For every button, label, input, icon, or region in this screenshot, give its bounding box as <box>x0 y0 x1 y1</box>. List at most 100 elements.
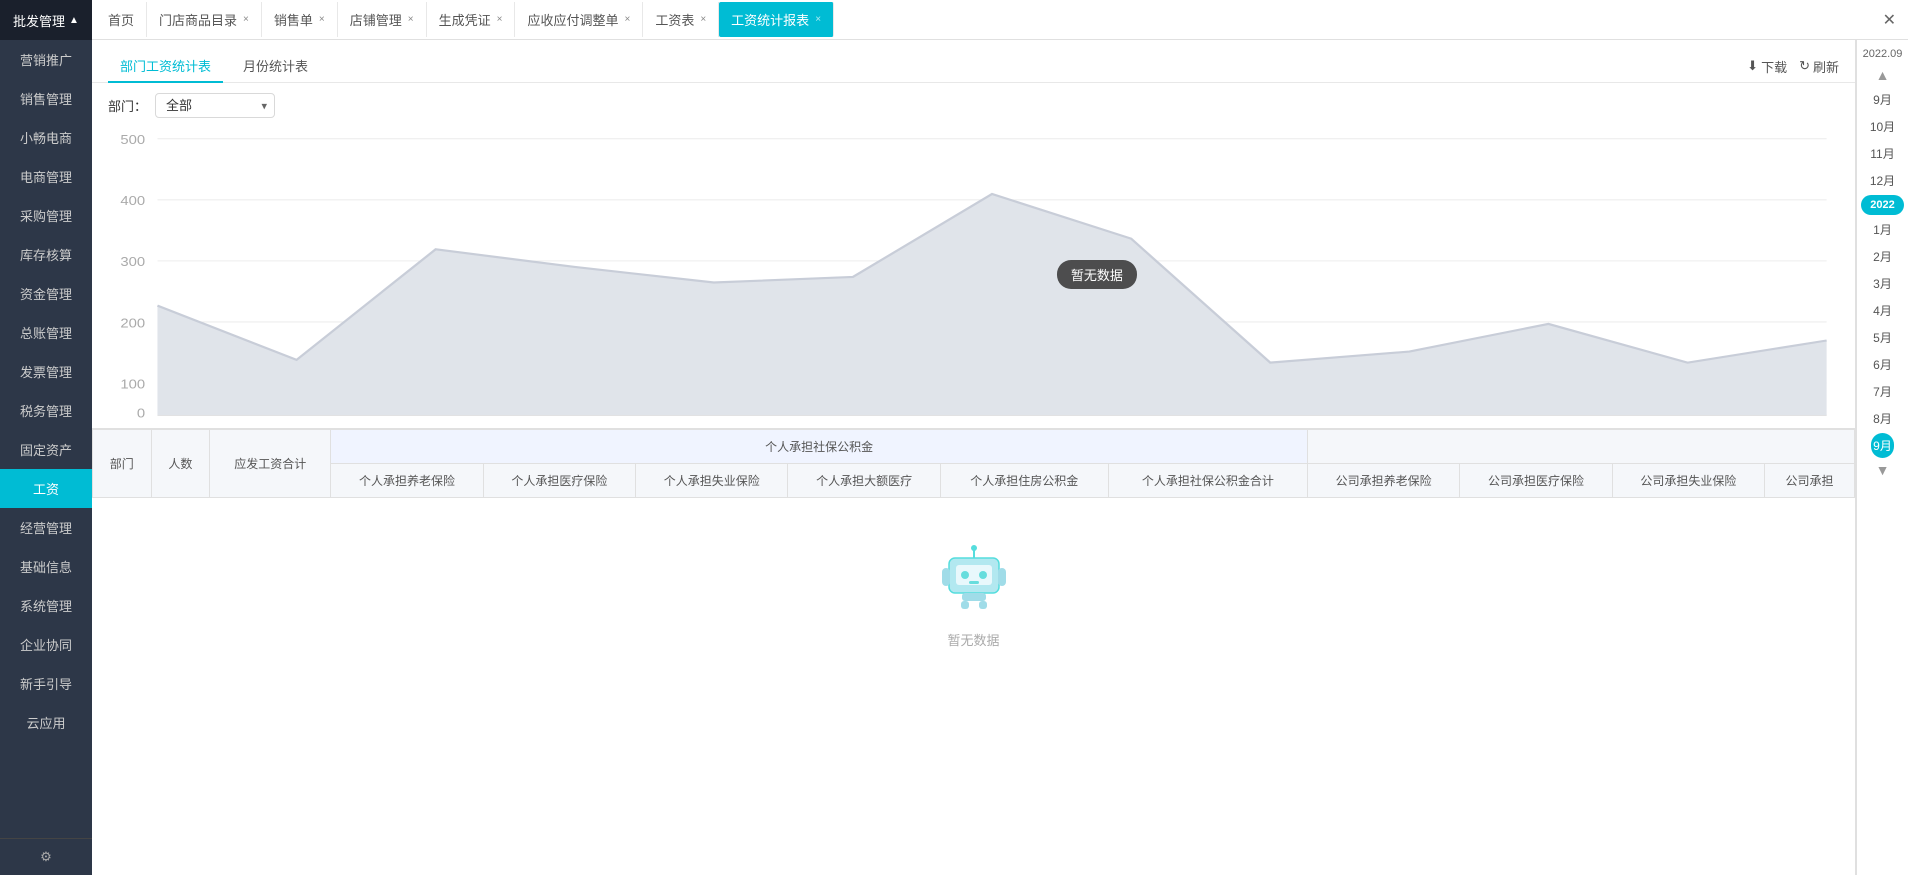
rs-month-6月[interactable]: 6月 <box>1867 351 1898 378</box>
svg-text:400: 400 <box>120 193 145 208</box>
rs-month-7月[interactable]: 7月 <box>1867 378 1898 405</box>
sub-tabs: 部门工资统计表月份统计表 ⬇ 下载 ↻ 刷新 <box>92 40 1855 83</box>
rs-month-1月[interactable]: 1月 <box>1867 216 1898 243</box>
th-personal-housing: 个人承担住房公积金 <box>940 464 1108 498</box>
tab-label: 工资统计报表 <box>731 10 809 29</box>
toolbar-left: 部门： 全部 <box>108 93 275 118</box>
main-area: 首页门店商品目录×销售单×店铺管理×生成凭证×应收应付调整单×工资表×工资统计报… <box>92 0 1908 875</box>
sidebar-item-发票管理[interactable]: 发票管理 <box>0 352 92 391</box>
refresh-icon: ↻ <box>1799 58 1810 74</box>
sidebar-item-总账管理[interactable]: 总账管理 <box>0 313 92 352</box>
dept-select[interactable]: 全部 <box>155 93 275 118</box>
tabs-bar: 首页门店商品目录×销售单×店铺管理×生成凭证×应收应付调整单×工资表×工资统计报… <box>92 0 1908 40</box>
tab-应收应付调整单[interactable]: 应收应付调整单 × <box>515 2 643 37</box>
download-label: 下载 <box>1761 57 1787 76</box>
rs-month-5月[interactable]: 5月 <box>1867 324 1898 351</box>
rs-top-label[interactable]: 2022.09 <box>1861 44 1905 64</box>
settings-icon: ⚙ <box>40 849 52 864</box>
page-content: 部门工资统计表月份统计表 ⬇ 下载 ↻ 刷新 部门： <box>92 40 1856 875</box>
dept-label: 部门： <box>108 96 147 115</box>
svg-text:0: 0 <box>137 405 146 420</box>
sidebar-item-云应用[interactable]: 云应用 <box>0 703 92 742</box>
th-personal-total: 个人承担社保公积金合计 <box>1108 464 1307 498</box>
sidebar-arrow: ▲ <box>69 15 79 26</box>
sidebar-header[interactable]: 批发管理 ▲ <box>0 0 92 40</box>
empty-label: 暂无数据 <box>947 630 999 649</box>
tab-工资统计报表[interactable]: 工资统计报表 × <box>719 2 834 37</box>
sidebar-footer-settings[interactable]: ⚙ <box>0 838 92 875</box>
refresh-button[interactable]: ↻ 刷新 <box>1799 57 1839 76</box>
sidebar-item-小畅电商[interactable]: 小畅电商 <box>0 118 92 157</box>
sidebar-item-库存核算[interactable]: 库存核算 <box>0 235 92 274</box>
tab-工资表[interactable]: 工资表 × <box>643 2 719 37</box>
tab-close-btn[interactable]: × <box>815 14 821 25</box>
tab-close-btn[interactable]: × <box>408 14 414 25</box>
rs-nav-up[interactable]: ▲ <box>1873 64 1893 86</box>
rs-month-4月[interactable]: 4月 <box>1867 297 1898 324</box>
sidebar-title: 批发管理 <box>13 11 65 30</box>
tab-close-btn[interactable]: × <box>700 14 706 25</box>
tab-label: 门店商品目录 <box>159 10 237 29</box>
rs-month-9月[interactable]: 9月 <box>1866 86 1899 113</box>
sidebar-item-电商管理[interactable]: 电商管理 <box>0 157 92 196</box>
tab-close-btn[interactable]: × <box>497 14 503 25</box>
download-icon: ⬇ <box>1747 58 1758 74</box>
tab-label: 生成凭证 <box>439 10 491 29</box>
rs-month-3月[interactable]: 3月 <box>1867 270 1898 297</box>
rs-nav-down[interactable]: ▼ <box>1873 459 1893 481</box>
rs-month-8月[interactable]: 8月 <box>1867 405 1898 432</box>
th-personal-medical: 个人承担医疗保险 <box>483 464 635 498</box>
rs-month-9月[interactable]: 9月 <box>1871 433 1894 458</box>
th-personal-insurance-group: 个人承担社保公积金 <box>331 430 1308 464</box>
rs-month-12月[interactable]: 12月 <box>1866 167 1899 194</box>
data-table: 部门 人数 应发工资合计 个人承担社保公积金 个人承担养老保险 个人承担医疗保险… <box>92 429 1855 498</box>
sidebar-item-资金管理[interactable]: 资金管理 <box>0 274 92 313</box>
tab-close-btn[interactable]: × <box>319 14 325 25</box>
sidebar-item-基础信息[interactable]: 基础信息 <box>0 547 92 586</box>
svg-text:500: 500 <box>120 132 145 147</box>
th-count: 人数 <box>151 430 210 498</box>
sub-tab-月份统计表[interactable]: 月份统计表 <box>231 50 320 83</box>
tab-label: 工资表 <box>655 10 694 29</box>
sidebar-item-采购管理[interactable]: 采购管理 <box>0 196 92 235</box>
th-company-medical: 公司承担医疗保险 <box>1460 464 1612 498</box>
tab-销售单[interactable]: 销售单× <box>262 2 338 37</box>
sidebar-item-新手引导[interactable]: 新手引导 <box>0 664 92 703</box>
tab-close-btn[interactable]: × <box>624 14 630 25</box>
rs-year-2022[interactable]: 2022 <box>1861 195 1904 215</box>
th-personal-unemployment: 个人承担失业保险 <box>636 464 788 498</box>
tab-close-btn[interactable]: × <box>243 14 249 25</box>
right-sidebar: 2022.09 ▲ 9月10月11月12月 2022 1月2月3月4月5月6月7… <box>1856 40 1908 875</box>
sidebar-item-企业协同[interactable]: 企业协同 <box>0 625 92 664</box>
sidebar-item-销售管理[interactable]: 销售管理 <box>0 79 92 118</box>
tab-label: 首页 <box>108 10 134 29</box>
sidebar-item-营销推广[interactable]: 营销推广 <box>0 40 92 79</box>
tab-店铺管理[interactable]: 店铺管理 × <box>338 2 427 37</box>
sidebar-item-经营管理[interactable]: 经营管理 <box>0 508 92 547</box>
sidebar-item-系统管理[interactable]: 系统管理 <box>0 586 92 625</box>
svg-text:100: 100 <box>120 376 145 391</box>
table-area[interactable]: 部门 人数 应发工资合计 个人承担社保公积金 个人承担养老保险 个人承担医疗保险… <box>92 428 1855 875</box>
sidebar-item-税务管理[interactable]: 税务管理 <box>0 391 92 430</box>
tab-门店商品目录[interactable]: 门店商品目录 × <box>147 2 262 37</box>
th-company-pension: 公司承担养老保险 <box>1307 464 1459 498</box>
toolbar-right: ⬇ 下载 ↻ 刷新 <box>1747 57 1839 76</box>
download-button[interactable]: ⬇ 下载 <box>1747 57 1787 76</box>
svg-text:300: 300 <box>120 254 145 269</box>
svg-text:200: 200 <box>120 315 145 330</box>
tab-生成凭证[interactable]: 生成凭证 × <box>427 2 516 37</box>
tab-label: 店铺管理 <box>350 10 402 29</box>
rs-month-10月[interactable]: 10月 <box>1866 113 1899 140</box>
sidebar: 批发管理 ▲ 营销推广销售管理小畅电商电商管理采购管理库存核算资金管理总账管理发… <box>0 0 92 875</box>
tab-label: 应收应付调整单 <box>527 10 618 29</box>
rs-month-11月[interactable]: 11月 <box>1866 140 1899 167</box>
rs-month-2月[interactable]: 2月 <box>1867 243 1898 270</box>
sub-tab-部门工资统计表[interactable]: 部门工资统计表 <box>108 50 223 83</box>
tab-首页[interactable]: 首页 <box>96 2 147 37</box>
th-dept: 部门 <box>93 430 152 498</box>
sidebar-item-工资[interactable]: 工资 <box>0 469 92 508</box>
sidebar-item-固定资产[interactable]: 固定资产 <box>0 430 92 469</box>
tabs-bar-close: ✕ <box>1875 10 1904 30</box>
close-all-icon[interactable]: ✕ <box>1883 10 1896 30</box>
th-company-other: 公司承担 <box>1765 464 1855 498</box>
